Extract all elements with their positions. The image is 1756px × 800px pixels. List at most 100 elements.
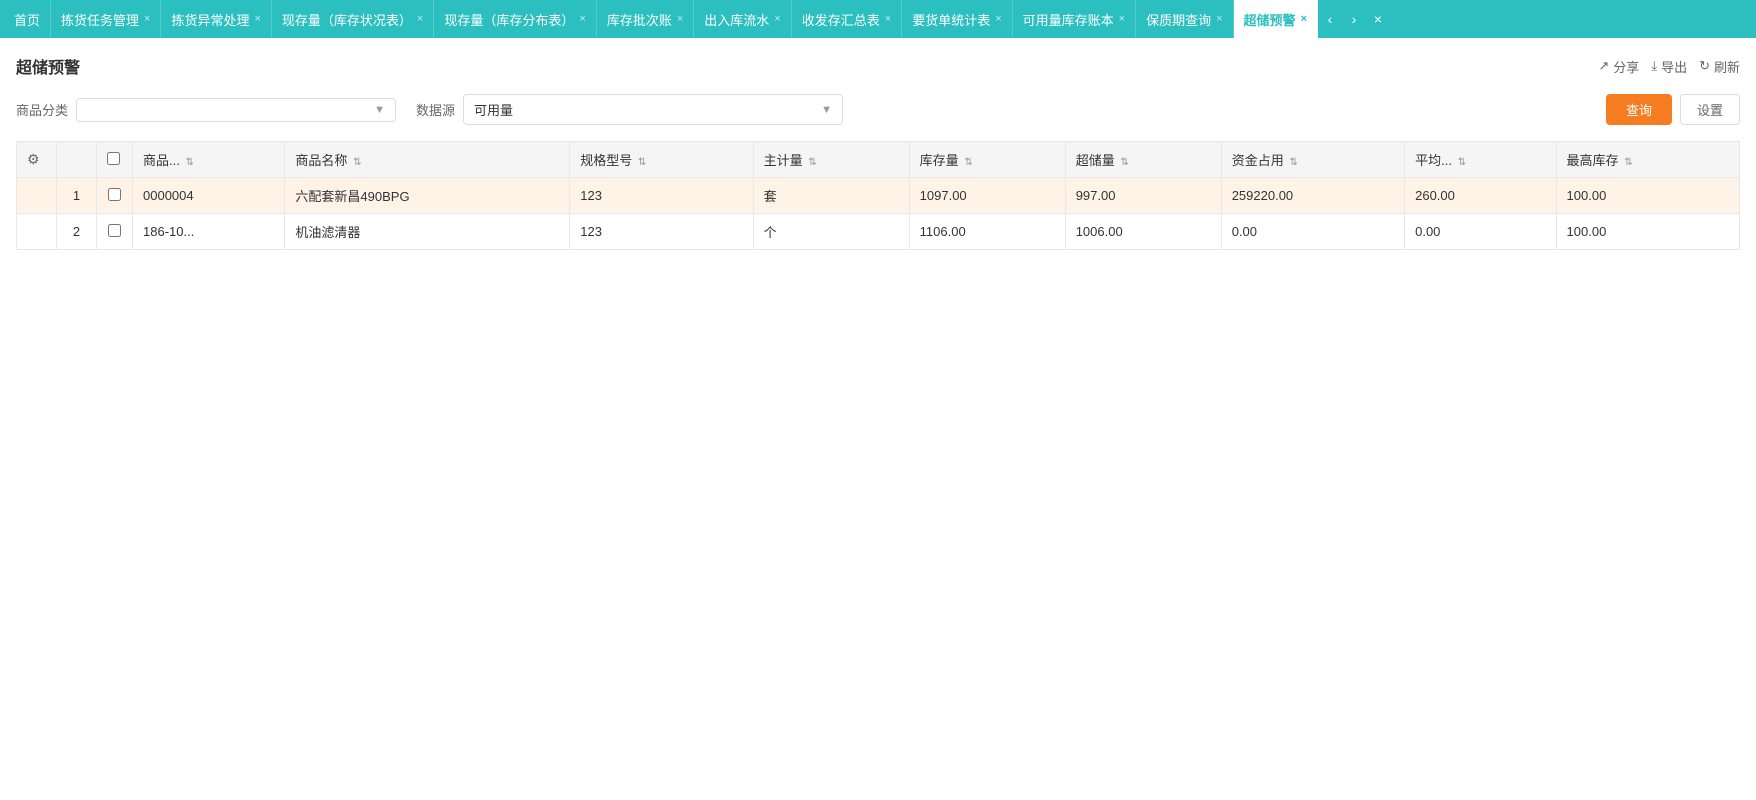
filter-row: 商品分类 ▼ 数据源 可用量 ▼ 查询 设置 [16,94,1740,125]
chevron-down-icon: ▼ [374,104,385,116]
row-capital: 0.00 [1221,214,1404,250]
nav-tab-stock-dist[interactable]: 现存量（库存分布表） × [434,0,596,38]
row-product-code: 0000004 [133,178,285,214]
sort-icon: ⇅ [185,157,193,168]
sort-icon: ⇅ [353,157,361,168]
nav-tab-home[interactable]: 首页 [4,0,51,38]
category-label: 商品分类 [16,100,68,119]
row-checkbox[interactable] [108,188,121,201]
th-overstock[interactable]: 超储量 ⇅ [1065,142,1221,178]
row-overstock: 1006.00 [1065,214,1221,250]
close-icon[interactable]: × [774,13,780,25]
share-icon: ↗ [1598,58,1609,74]
share-button[interactable]: ↗ 分享 [1598,57,1639,76]
datasource-select[interactable]: 可用量 ▼ [463,94,843,125]
nav-tab-order-stats[interactable]: 要货单统计表 × [902,0,1012,38]
row-spec: 123 [570,214,753,250]
sort-icon: ⇅ [1624,157,1632,168]
nav-close-all-arrow[interactable]: × [1366,0,1390,38]
top-nav: 首页 拣货任务管理 × 拣货异常处理 × 现存量（库存状况表） × 现存量（库存… [0,0,1756,38]
refresh-button[interactable]: ↻ 刷新 [1699,57,1740,76]
page-title: 超储预警 [16,54,80,78]
select-all-checkbox[interactable] [107,152,120,165]
th-max-stock[interactable]: 最高库存 ⇅ [1556,142,1739,178]
close-icon[interactable]: × [1301,13,1307,25]
th-checkbox[interactable] [97,142,133,178]
nav-tab-available[interactable]: 可用量库存账本 × [1013,0,1136,38]
nav-tab-summary[interactable]: 收发存汇总表 × [792,0,902,38]
row-max-stock: 100.00 [1556,178,1739,214]
sort-icon: ⇅ [1120,157,1128,168]
row-gear-cell [17,214,57,250]
nav-tab-quality[interactable]: 保质期查询 × [1136,0,1233,38]
table-header-row: ⚙ 商品... ⇅ 商品名称 ⇅ 规格型号 ⇅ [17,142,1740,178]
table-row: 1 0000004 六配套新昌490BPG 123 套 1097.00 997.… [17,178,1740,214]
row-checkbox-cell[interactable] [97,178,133,214]
close-icon[interactable]: × [1119,13,1125,25]
row-product-code: 186-10... [133,214,285,250]
table-row: 2 186-10... 机油滤清器 123 个 1106.00 1006.00 … [17,214,1740,250]
th-product-code[interactable]: 商品... ⇅ [133,142,285,178]
close-icon[interactable]: × [254,13,260,25]
row-avg: 260.00 [1405,178,1556,214]
header-actions: ↗ 分享 ⤓ 导出 ↻ 刷新 [1598,57,1740,76]
th-index [57,142,97,178]
nav-tab-exception[interactable]: 拣货异常处理 × [161,0,271,38]
th-unit[interactable]: 主计量 ⇅ [753,142,909,178]
row-unit: 个 [753,214,909,250]
sort-icon: ⇅ [638,157,646,168]
sort-icon: ⇅ [808,157,816,168]
row-gear-cell [17,178,57,214]
close-icon[interactable]: × [417,13,423,25]
th-capital[interactable]: 资金占用 ⇅ [1221,142,1404,178]
table-body: 1 0000004 六配套新昌490BPG 123 套 1097.00 997.… [17,178,1740,250]
sort-icon: ⇅ [1458,157,1466,168]
nav-prev-arrow[interactable]: ‹ [1318,0,1342,38]
export-icon: ⤓ [1651,58,1657,74]
close-icon[interactable]: × [1216,13,1222,25]
nav-tab-overstock[interactable]: 超储预警 × [1234,0,1318,38]
row-unit: 套 [753,178,909,214]
close-icon[interactable]: × [995,13,1001,25]
filter-actions: 查询 设置 [1606,94,1740,125]
row-max-stock: 100.00 [1556,214,1739,250]
datasource-select-value: 可用量 [474,100,513,119]
row-index-cell: 1 [57,178,97,214]
th-avg[interactable]: 平均... ⇅ [1405,142,1556,178]
nav-tab-batch[interactable]: 库存批次账 × [597,0,694,38]
refresh-icon: ↻ [1699,58,1710,74]
sort-icon: ⇅ [1289,157,1297,168]
export-button[interactable]: ⤓ 导出 [1651,57,1687,76]
nav-next-arrow[interactable]: › [1342,0,1366,38]
row-product-name: 机油滤清器 [285,214,570,250]
nav-tab-stock-status[interactable]: 现存量（库存状况表） × [272,0,434,38]
datasource-label: 数据源 [416,100,455,119]
sort-icon: ⇅ [964,157,972,168]
close-icon[interactable]: × [144,13,150,25]
gear-icon: ⚙ [27,151,40,167]
settings-button[interactable]: 设置 [1680,94,1740,125]
row-index-cell: 2 [57,214,97,250]
chevron-down-icon: ▼ [821,104,832,116]
th-spec[interactable]: 规格型号 ⇅ [570,142,753,178]
row-product-name: 六配套新昌490BPG [285,178,570,214]
data-table: ⚙ 商品... ⇅ 商品名称 ⇅ 规格型号 ⇅ [16,141,1740,250]
row-spec: 123 [570,178,753,214]
category-select[interactable]: ▼ [76,98,396,122]
row-checkbox[interactable] [108,224,121,237]
nav-tab-flow[interactable]: 出入库流水 × [694,0,791,38]
query-button[interactable]: 查询 [1606,94,1672,125]
row-overstock: 997.00 [1065,178,1221,214]
row-stock: 1106.00 [909,214,1065,250]
main-content: 超储预警 ↗ 分享 ⤓ 导出 ↻ 刷新 商品分类 ▼ 数据源 [0,38,1756,800]
th-product-name[interactable]: 商品名称 ⇅ [285,142,570,178]
close-icon[interactable]: × [677,13,683,25]
th-gear[interactable]: ⚙ [17,142,57,178]
page-header: 超储预警 ↗ 分享 ⤓ 导出 ↻ 刷新 [16,54,1740,78]
th-stock[interactable]: 库存量 ⇅ [909,142,1065,178]
category-filter: 商品分类 ▼ [16,98,396,122]
close-icon[interactable]: × [885,13,891,25]
close-icon[interactable]: × [579,13,585,25]
row-checkbox-cell[interactable] [97,214,133,250]
nav-tab-task[interactable]: 拣货任务管理 × [51,0,161,38]
